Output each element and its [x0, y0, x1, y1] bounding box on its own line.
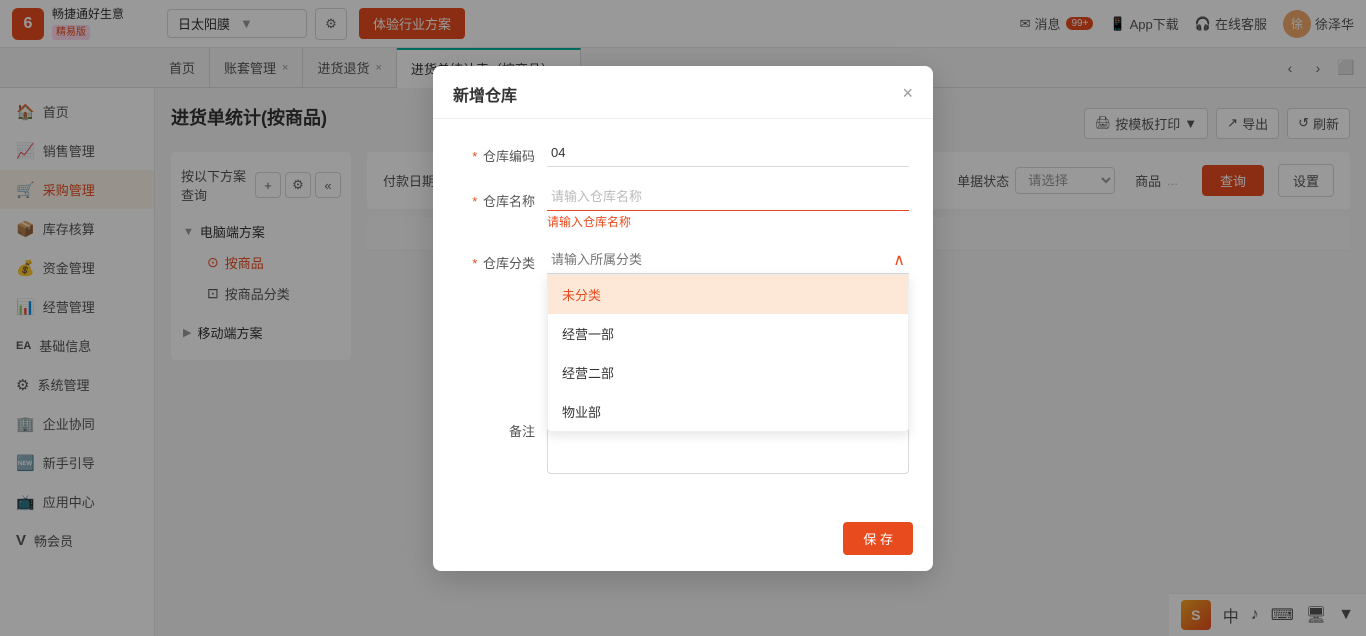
warehouse-name-row: * 仓库名称 请输入仓库名称 — [457, 183, 909, 230]
dialog-overlay: 新增仓库 × * 仓库编码 * 仓库名称 — [0, 0, 1366, 636]
dialog-close-button[interactable]: × — [902, 83, 913, 104]
dialog-header: 新增仓库 × — [433, 66, 933, 119]
dialog-footer: 保 存 — [433, 510, 933, 571]
name-label: * 仓库名称 — [457, 184, 547, 210]
name-error-message: 请输入仓库名称 — [547, 213, 631, 230]
warehouse-code-row: * 仓库编码 — [457, 139, 909, 167]
dropdown-item-ops1[interactable]: 经营一部 — [548, 314, 908, 353]
code-label: * 仓库编码 — [457, 139, 547, 165]
category-dropdown: 未分类 经营一部 经营二部 物业部 — [547, 274, 909, 432]
notes-label: 备注 — [457, 414, 547, 440]
warehouse-name-input[interactable] — [547, 183, 909, 211]
dialog-body: * 仓库编码 * 仓库名称 请输入仓库名称 — [433, 119, 933, 510]
category-label: * 仓库分类 — [457, 246, 547, 272]
new-warehouse-dialog: 新增仓库 × * 仓库编码 * 仓库名称 — [433, 66, 933, 571]
warehouse-code-input[interactable] — [547, 139, 909, 167]
category-input[interactable] — [547, 246, 909, 274]
dropdown-item-ops2[interactable]: 经营二部 — [548, 353, 908, 392]
dropdown-item-property[interactable]: 物业部 — [548, 392, 908, 431]
warehouse-category-row: * 仓库分类 ∧ 未分类 经营一部 经营二部 物业部 — [457, 246, 909, 274]
save-button[interactable]: 保 存 — [843, 522, 913, 555]
dropdown-item-uncategorized[interactable]: 未分类 — [548, 275, 908, 314]
category-select-wrap: ∧ 未分类 经营一部 经营二部 物业部 — [547, 246, 909, 274]
dialog-title: 新增仓库 — [453, 82, 517, 106]
